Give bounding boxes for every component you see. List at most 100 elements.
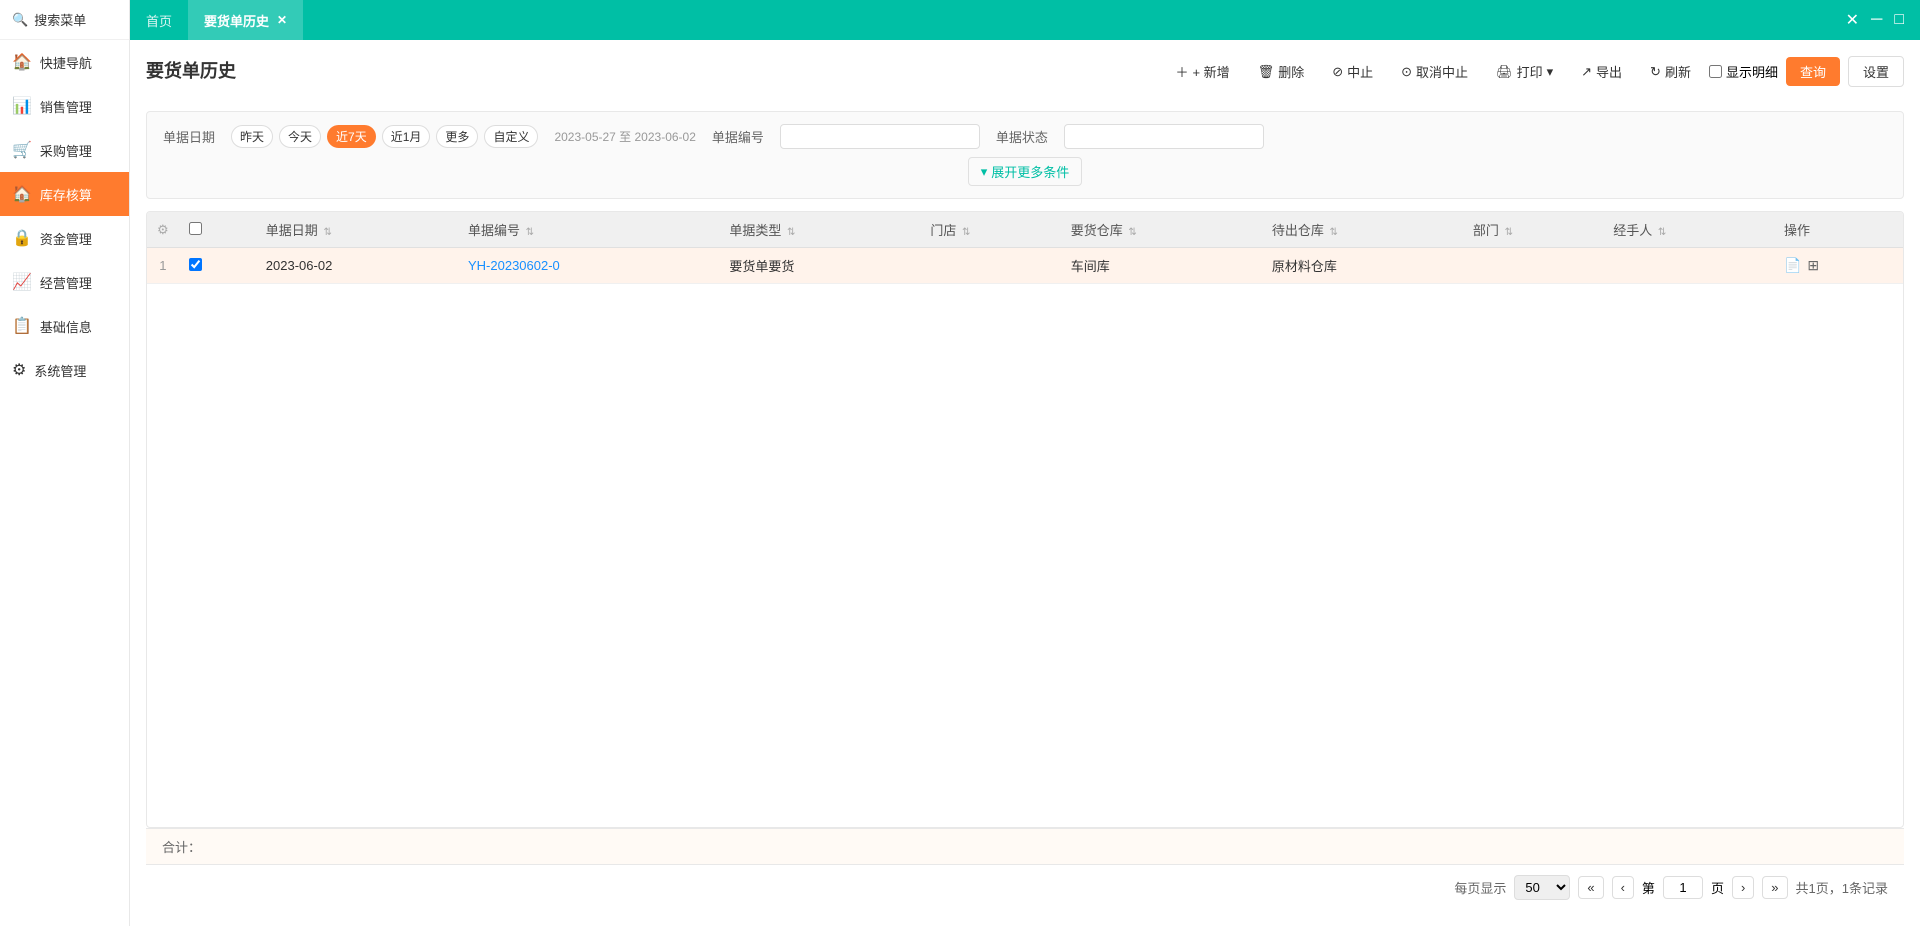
settings-button[interactable]: 设置: [1848, 56, 1904, 87]
doc-number-link[interactable]: YH-20230602-0: [468, 258, 560, 273]
new-button[interactable]: ＋ + 新增: [1165, 57, 1239, 86]
tab-home-label: 首页: [146, 11, 172, 30]
filter-row-1: 单据日期 昨天 今天 近7天 近1月 更多 自定义 2023-05-27 至 2…: [163, 124, 1887, 149]
refresh-button[interactable]: ↻ 刷新: [1640, 57, 1701, 86]
sidebar-item-operations[interactable]: 📈 经营管理: [0, 260, 129, 304]
sidebar-search[interactable]: 🔍 搜索菜单: [0, 0, 129, 40]
export-button[interactable]: ↗ 导出: [1571, 57, 1632, 86]
main-area: 首页 要货单历史 ✕ ✕ ─ □ 要货单历史 ＋ + 新增 🗑 删除: [130, 0, 1920, 926]
print-button[interactable]: 🖨 打印 ▾: [1486, 57, 1563, 86]
stop-button[interactable]: ⊘ 中止: [1322, 57, 1383, 86]
cancel-stop-button[interactable]: ⊙ 取消中止: [1391, 57, 1478, 86]
first-page-button[interactable]: «: [1578, 876, 1603, 899]
doc-number-label: 单据编号: [712, 127, 764, 146]
sort-doc-type-icon: ⇅: [787, 227, 795, 238]
window-minimize-icon[interactable]: ─: [1871, 11, 1882, 29]
date-btn-last1month[interactable]: 近1月: [382, 125, 431, 148]
row-checkbox-cell: [179, 248, 256, 284]
page-title: 要货单历史: [146, 57, 236, 83]
doc-number-input[interactable]: [780, 124, 980, 149]
sidebar-item-purchase[interactable]: 🛒 采购管理: [0, 128, 129, 172]
row-delete-icon[interactable]: ⊞: [1807, 257, 1819, 274]
col-settings[interactable]: ⚙: [147, 212, 179, 248]
row-department: [1463, 248, 1603, 284]
col-doc-type[interactable]: 单据类型 ⇅: [719, 212, 920, 248]
date-btn-more[interactable]: 更多: [436, 125, 478, 148]
tab-close-icon[interactable]: ✕: [277, 13, 287, 27]
next-page-button[interactable]: ›: [1732, 876, 1754, 899]
date-btn-last7days[interactable]: 近7天: [327, 125, 376, 148]
total-info: 共1页，1条记录: [1796, 878, 1888, 897]
per-page-select[interactable]: 50 10 20 100: [1514, 875, 1570, 900]
date-btn-yesterday[interactable]: 昨天: [231, 125, 273, 148]
inventory-icon: 🏠: [12, 184, 32, 204]
data-table-wrapper: ⚙ 单据日期 ⇅ 单据编号 ⇅ 单据类型 ⇅: [146, 211, 1904, 828]
window-maximize-icon[interactable]: □: [1894, 11, 1904, 29]
cart-icon: 🛒: [12, 140, 32, 160]
row-doc-date: 2023-06-02: [256, 248, 458, 284]
tab-requisition-history[interactable]: 要货单历史 ✕: [188, 0, 303, 40]
print-icon: 🖨: [1496, 64, 1513, 80]
sort-doc-date-icon: ⇅: [323, 227, 331, 238]
export-icon: ↗: [1581, 64, 1592, 80]
query-button[interactable]: 查询: [1786, 57, 1840, 86]
sort-store-icon: ⇅: [962, 227, 970, 238]
sidebar-item-label: 资金管理: [40, 229, 92, 248]
expand-more-button[interactable]: ▾ 展开更多条件: [968, 157, 1083, 186]
stop-icon: ⊘: [1332, 64, 1343, 80]
action-icons: 📄 ⊞: [1784, 257, 1893, 274]
sidebar-item-label: 库存核算: [40, 185, 92, 204]
toolbar: ＋ + 新增 🗑 删除 ⊘ 中止 ⊙ 取消中止 🖨 打印: [1165, 56, 1904, 87]
print-dropdown-icon: ▾: [1547, 64, 1554, 80]
col-req-warehouse[interactable]: 要货仓库 ⇅: [1061, 212, 1262, 248]
col-store[interactable]: 门店 ⇅: [920, 212, 1060, 248]
date-range-display: 2023-05-27 至 2023-06-02: [554, 128, 695, 145]
sidebar-item-system[interactable]: ⚙ 系统管理: [0, 348, 129, 392]
topbar-right: ✕ ─ □: [1846, 10, 1920, 30]
window-close-icon[interactable]: ✕: [1846, 10, 1859, 30]
col-pending-warehouse[interactable]: 待出仓库 ⇅: [1262, 212, 1463, 248]
col-handler[interactable]: 经手人 ⇅: [1603, 212, 1774, 248]
sidebar-item-finance[interactable]: 🔒 资金管理: [0, 216, 129, 260]
col-doc-date[interactable]: 单据日期 ⇅: [256, 212, 458, 248]
select-all-checkbox[interactable]: [189, 222, 202, 235]
show-detail-checkbox[interactable]: [1709, 65, 1722, 78]
filter-area: 单据日期 昨天 今天 近7天 近1月 更多 自定义 2023-05-27 至 2…: [146, 111, 1904, 199]
doc-status-select[interactable]: [1064, 124, 1264, 149]
chart-icon: 📊: [12, 96, 32, 116]
sort-req-warehouse-icon: ⇅: [1128, 227, 1136, 238]
search-icon: 🔍: [12, 12, 28, 28]
date-options: 昨天 今天 近7天 近1月 更多 自定义: [231, 125, 538, 148]
row-handler: [1603, 248, 1774, 284]
sidebar-search-label: 搜索菜单: [34, 10, 86, 29]
basic-icon: 📋: [12, 316, 32, 336]
show-detail-toggle[interactable]: 显示明细: [1709, 62, 1778, 81]
col-department[interactable]: 部门 ⇅: [1463, 212, 1603, 248]
sidebar-item-inventory[interactable]: 🏠 库存核算: [0, 172, 129, 216]
row-req-warehouse: 车间库: [1061, 248, 1262, 284]
data-table: ⚙ 单据日期 ⇅ 单据编号 ⇅ 单据类型 ⇅: [147, 212, 1903, 284]
last-page-button[interactable]: »: [1762, 876, 1787, 899]
page-content: 要货单历史 ＋ + 新增 🗑 删除 ⊘ 中止 ⊙ 取消中止: [130, 40, 1920, 926]
row-edit-icon[interactable]: 📄: [1784, 257, 1801, 274]
sidebar-item-quick-nav[interactable]: 🏠 快捷导航: [0, 40, 129, 84]
date-btn-today[interactable]: 今天: [279, 125, 321, 148]
sidebar-item-basic[interactable]: 📋 基础信息: [0, 304, 129, 348]
col-doc-number[interactable]: 单据编号 ⇅: [458, 212, 719, 248]
row-checkbox[interactable]: [189, 258, 202, 271]
row-doc-type: 要货单要货: [719, 248, 920, 284]
prev-page-button[interactable]: ‹: [1612, 876, 1634, 899]
delete-icon: 🗑: [1258, 64, 1275, 80]
sort-doc-number-icon: ⇅: [526, 227, 534, 238]
delete-button[interactable]: 🗑 删除: [1248, 57, 1315, 86]
sidebar-item-sales[interactable]: 📊 销售管理: [0, 84, 129, 128]
page-number-input[interactable]: [1663, 876, 1703, 899]
table-footer: 合计：: [146, 828, 1904, 864]
expand-icon: ▾: [981, 164, 988, 180]
row-pending-warehouse: 原材料仓库: [1262, 248, 1463, 284]
new-icon: ＋: [1175, 62, 1188, 81]
tab-home[interactable]: 首页: [130, 0, 188, 40]
date-btn-custom[interactable]: 自定义: [484, 125, 538, 148]
home-icon: 🏠: [12, 52, 32, 72]
sort-handler-icon: ⇅: [1658, 227, 1666, 238]
